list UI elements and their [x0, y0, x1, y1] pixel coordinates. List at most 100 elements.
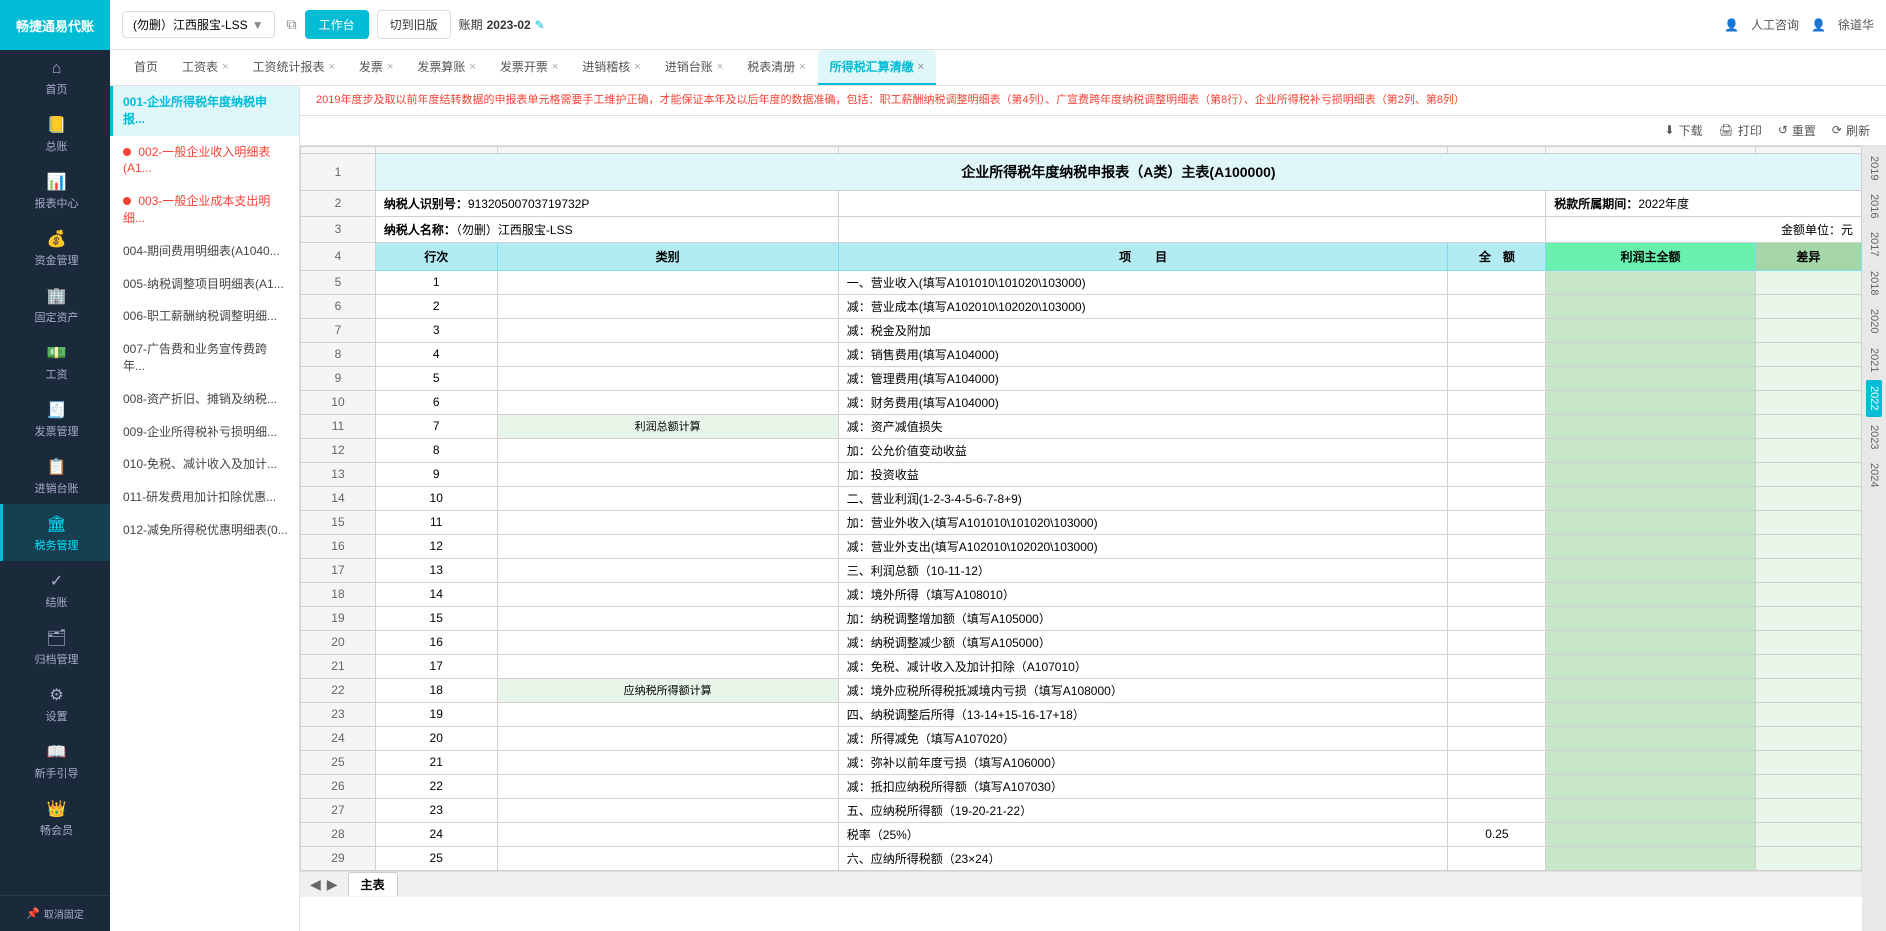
- print-button[interactable]: 🖨 打印: [1719, 122, 1762, 139]
- diff-cell-6: [1755, 414, 1861, 438]
- submenu-item-007[interactable]: 007-广告费和业务宣传费跨年...: [110, 333, 299, 383]
- tab-salary-stats[interactable]: 工资统计报表 ×: [240, 50, 346, 85]
- user-service-label[interactable]: 人工咨询: [1751, 16, 1799, 33]
- year-item-2017[interactable]: 2017: [1866, 226, 1882, 262]
- submenu-002-error-dot: [123, 148, 131, 156]
- year-bar: 2019 2016 2017 2018 2020 2021 2022 2023 2024: [1862, 146, 1886, 931]
- item-cell-8: 加：投资收益: [838, 462, 1448, 486]
- warning-bar: 2019年度步及取以前年度结转数据的申报表单元格需要手工维护正确，才能保证本年及…: [300, 86, 1886, 116]
- val-cell-23: 0.25: [1448, 822, 1546, 846]
- item-cell-23: 税率（25%）: [838, 822, 1448, 846]
- unpin-button[interactable]: 📌 取消固定: [0, 895, 110, 931]
- sidebar-item-funds[interactable]: 💰 资金管理: [0, 219, 110, 276]
- submenu-item-010[interactable]: 010-免税、减计收入及加计...: [110, 448, 299, 481]
- tab-invoice-calc[interactable]: 发票算账 ×: [405, 50, 487, 85]
- diff-cell-11: [1755, 534, 1861, 558]
- year-item-2023[interactable]: 2023: [1866, 419, 1882, 455]
- sidebar-item-settings[interactable]: ⚙ 设置: [0, 675, 110, 732]
- tab-tax-table[interactable]: 税表清册 ×: [735, 50, 817, 85]
- tax-icon: 🏛: [46, 514, 66, 534]
- val-cell-10: [1448, 510, 1546, 534]
- tab-salary-label: 工资表: [182, 58, 218, 75]
- col-header-F: 差异: [1755, 242, 1861, 270]
- row-num-col-0: 1: [375, 270, 497, 294]
- tab-tax-table-close[interactable]: ×: [799, 61, 805, 73]
- submenu-item-001[interactable]: 001-企业所得税年度纳税申报...: [110, 86, 299, 136]
- sidebar-item-salary[interactable]: 💵 工资: [0, 333, 110, 390]
- submenu-item-003[interactable]: 003-一般企业成本支出明细...: [110, 185, 299, 235]
- sidebar-item-close[interactable]: ✓ 结账: [0, 561, 110, 618]
- tab-invoice-open[interactable]: 发票开票 ×: [488, 50, 570, 85]
- tab-salary-stats-close[interactable]: ×: [328, 61, 334, 73]
- submenu-item-005[interactable]: 005-纳税调整项目明细表(A1...: [110, 268, 299, 301]
- year-item-2022[interactable]: 2022: [1866, 380, 1882, 416]
- sidebar-item-guide[interactable]: 📖 新手引导: [0, 732, 110, 789]
- copy-icon[interactable]: ⧉: [287, 16, 297, 33]
- year-item-2018[interactable]: 2018: [1866, 265, 1882, 301]
- submenu-012-label: 012-减免所得税优惠明细表(0...: [123, 523, 288, 537]
- tab-salary[interactable]: 工资表 ×: [170, 50, 240, 85]
- year-item-2019[interactable]: 2019: [1866, 150, 1882, 186]
- tab-invoice-calc-close[interactable]: ×: [469, 61, 475, 73]
- diff-cell-17: [1755, 678, 1861, 702]
- tab-income-tax[interactable]: 所得税汇算清缴 ×: [818, 50, 936, 85]
- sheet-tab-main[interactable]: 主表: [348, 872, 398, 896]
- sidebar-item-invoice[interactable]: 🧾 发票管理: [0, 390, 110, 447]
- year-item-2020[interactable]: 2020: [1866, 303, 1882, 339]
- tab-next-icon[interactable]: ▶: [325, 876, 340, 893]
- refresh-button[interactable]: ⟳ 刷新: [1832, 122, 1870, 139]
- sidebar-item-funds-label: 资金管理: [35, 252, 79, 268]
- tab-invoice-close[interactable]: ×: [387, 61, 393, 73]
- reset-button[interactable]: ↺ 重置: [1778, 122, 1816, 139]
- unpin-label: 取消固定: [44, 906, 84, 921]
- tab-invoice-open-close[interactable]: ×: [552, 61, 558, 73]
- user-avatar-icon: 👤: [1811, 18, 1826, 32]
- submenu-item-009[interactable]: 009-企业所得税补亏损明细...: [110, 416, 299, 449]
- sidebar-item-purchase-sales[interactable]: 📋 进销台账: [0, 447, 110, 504]
- tab-prev-icon[interactable]: ◀: [308, 876, 323, 893]
- sidebar-item-assets[interactable]: 🏢 固定资产: [0, 276, 110, 333]
- sidebar-item-reports[interactable]: 📊 报表中心: [0, 162, 110, 219]
- submenu-item-004[interactable]: 004-期间费用明细表(A1040...: [110, 235, 299, 268]
- col-b-header: [497, 146, 838, 153]
- tab-income-tax-close[interactable]: ×: [918, 61, 924, 73]
- year-item-2016[interactable]: 2016: [1866, 188, 1882, 224]
- sidebar-item-ledger[interactable]: 📒 总账: [0, 105, 110, 162]
- year-item-2021[interactable]: 2021: [1866, 342, 1882, 378]
- submenu-item-002[interactable]: 002-一般企业收入明细表(A1...: [110, 136, 299, 186]
- empty-3c: [838, 216, 1546, 242]
- row-num-col-22: 23: [375, 798, 497, 822]
- row-num-1: 1: [301, 153, 376, 190]
- download-button[interactable]: ⬇ 下载: [1665, 122, 1703, 139]
- period-edit-icon[interactable]: ✎: [535, 18, 545, 32]
- tab-salary-close[interactable]: ×: [222, 61, 228, 73]
- tab-purchase-ledger-close[interactable]: ×: [717, 61, 723, 73]
- sidebar-item-home[interactable]: ⌂ 首页: [0, 50, 110, 105]
- tab-home[interactable]: 首页: [122, 50, 170, 85]
- ledger-icon: 📒: [47, 115, 67, 135]
- submenu-item-006[interactable]: 006-职工薪酬纳税调整明细...: [110, 300, 299, 333]
- tab-purchase-audit-close[interactable]: ×: [634, 61, 640, 73]
- submenu-item-011[interactable]: 011-研发费用加计扣除优惠...: [110, 481, 299, 514]
- sidebar-item-member[interactable]: 👑 畅会员: [0, 789, 110, 846]
- sheet-wrapper[interactable]: 1 企业所得税年度纳税申报表（A类）主表(A100000)2 纳税人识别号：91…: [300, 146, 1862, 931]
- profit-cell-1: [1546, 294, 1755, 318]
- submenu-item-008[interactable]: 008-资产折旧、摊销及纳税...: [110, 383, 299, 416]
- val-cell-9: [1448, 486, 1546, 510]
- sidebar-item-guide-label: 新手引导: [35, 765, 79, 781]
- submenu-item-012[interactable]: 012-减免所得税优惠明细表(0...: [110, 514, 299, 547]
- company-selector[interactable]: (勿删）江西服宝-LSS ▼: [122, 11, 275, 38]
- val-cell-24: [1448, 846, 1546, 870]
- item-cell-22: 五、应纳税所得额（19-20-21-22）: [838, 798, 1448, 822]
- tab-purchase-ledger[interactable]: 进销台账 ×: [653, 50, 735, 85]
- tab-purchase-audit[interactable]: 进销稽核 ×: [570, 50, 652, 85]
- row-num-15: 19: [301, 606, 376, 630]
- period-value: 2023-02: [487, 18, 531, 32]
- tab-invoice[interactable]: 发票 ×: [347, 50, 405, 85]
- year-item-2024[interactable]: 2024: [1866, 457, 1882, 493]
- sidebar-item-tax[interactable]: 🏛 税务管理: [0, 504, 110, 561]
- sidebar-item-archive[interactable]: 🗂 归档管理: [0, 618, 110, 675]
- workbench-button[interactable]: 工作台: [305, 10, 369, 39]
- switch-button[interactable]: 切到旧版: [377, 10, 451, 39]
- user-name[interactable]: 徐道华: [1838, 16, 1874, 33]
